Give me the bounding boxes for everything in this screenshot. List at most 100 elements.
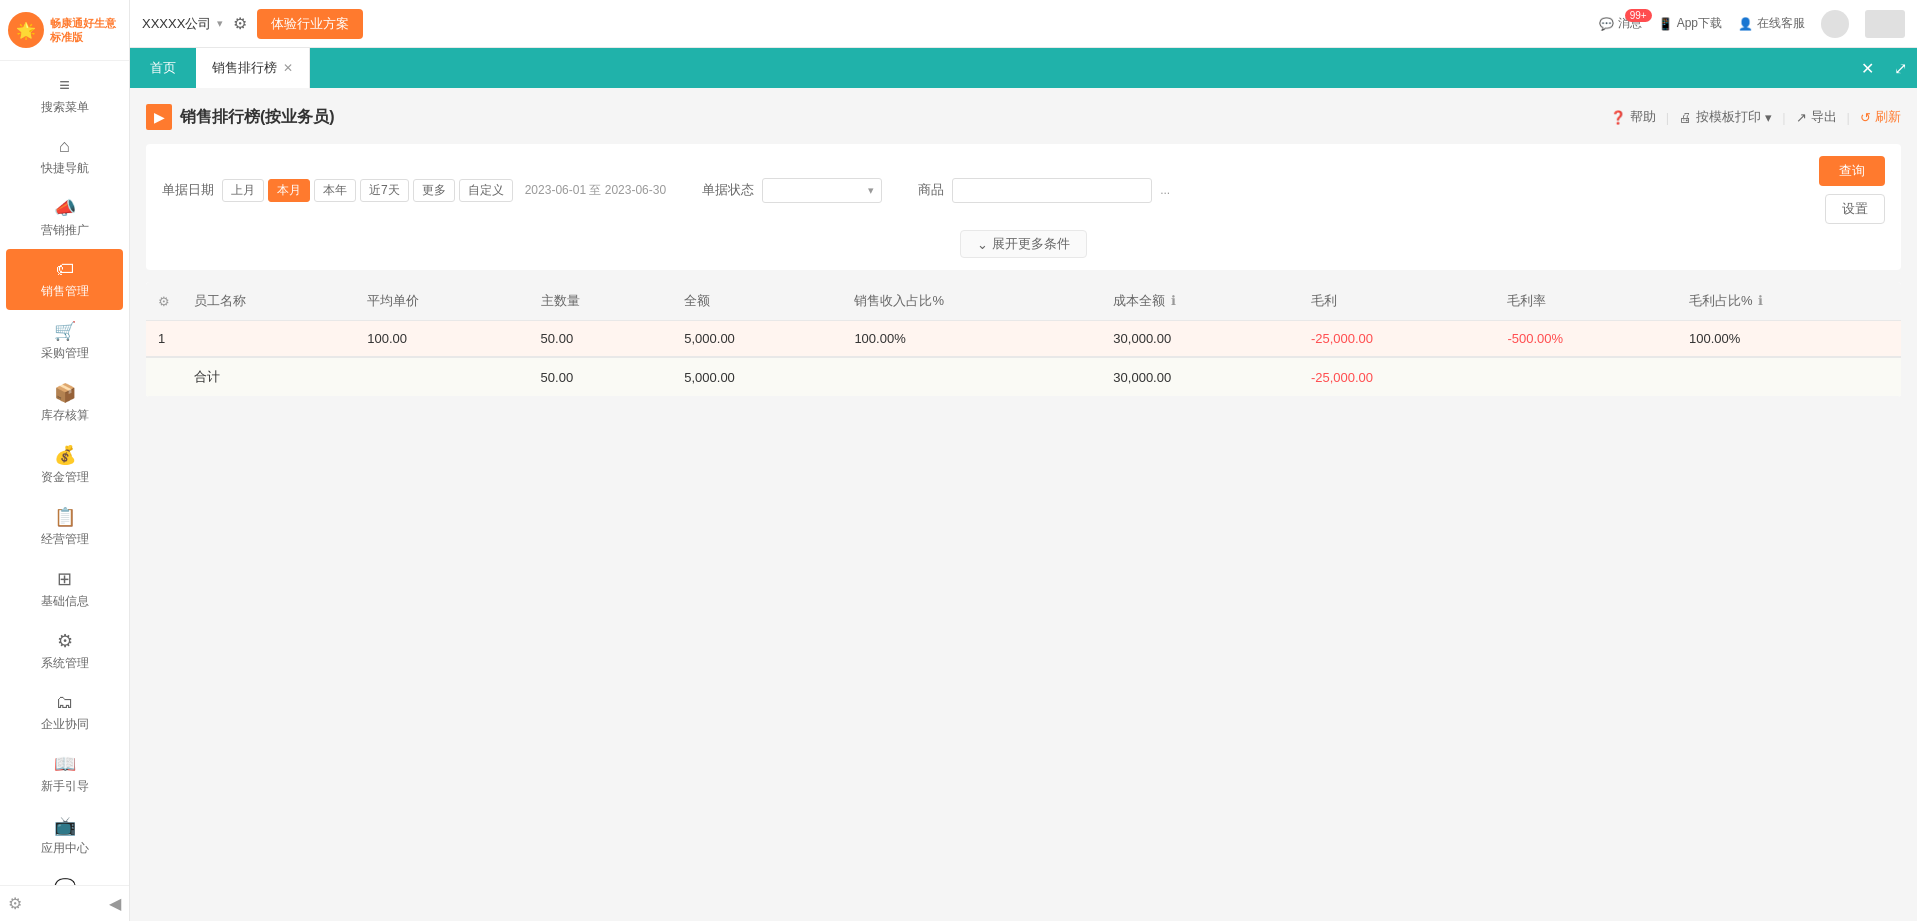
enterprise-collab-icon: 🗂 — [56, 692, 74, 713]
table-header: ⚙ 员工名称 平均单价 主数量 全额 销售收入占比% 成本全额 ℹ 毛利 毛利率 — [146, 282, 1901, 321]
sidebar: 🌟 畅康通好生意 标准版 ≡ 搜索菜单 ⌂ 快捷导航 📣 营销推广 🏷 销售管理… — [0, 0, 130, 921]
sidebar-footer: ⚙ ◀ — [0, 885, 129, 921]
th-gross-pct: 毛利占比% ℹ — [1677, 282, 1901, 321]
tabbar: 首页 销售排行榜 ✕ ✕ ⤢ — [130, 48, 1917, 88]
filter-card: 单据日期 上月 本月 本年 近7天 更多 自定义 2023-06-01 至 20… — [146, 144, 1901, 270]
sidebar-item-basic-info[interactable]: ⊞ 基础信息 — [0, 558, 129, 620]
current-year-btn[interactable]: 本年 — [314, 179, 356, 202]
sidebar-item-purchase[interactable]: 🛒 采购管理 — [0, 310, 129, 372]
message-icon: 💬 — [1599, 17, 1614, 31]
footer-gross-pct — [1677, 357, 1901, 397]
cell-gross-pct: 100.00% — [1677, 321, 1901, 358]
last-month-btn[interactable]: 上月 — [222, 179, 264, 202]
content-area: ▶ 销售排行榜(按业务员) ❓ 帮助 | 🖨 按模板打印 ▾ | ↗ 导出 — [130, 88, 1917, 921]
tab-sales-rank[interactable]: 销售排行榜 ✕ — [196, 48, 310, 88]
sidebar-item-operations[interactable]: 📋 经营管理 — [0, 496, 129, 558]
window-close-icon[interactable]: ✕ — [1851, 59, 1884, 78]
export-btn[interactable]: ↗ 导出 — [1796, 108, 1837, 126]
cost-info-icon[interactable]: ℹ — [1171, 293, 1176, 308]
sidebar-item-guide[interactable]: 📖 新手引导 — [0, 743, 129, 805]
settings-footer-icon[interactable]: ⚙ — [8, 894, 22, 913]
more-date-btn[interactable]: 更多 — [413, 179, 455, 202]
footer-avg-price — [355, 357, 528, 397]
query-button[interactable]: 查询 — [1819, 156, 1885, 186]
collapse-sidebar-icon[interactable]: ◀ — [109, 894, 121, 913]
finance-icon: 💰 — [54, 444, 76, 466]
operations-icon: 📋 — [54, 506, 76, 528]
th-qty: 主数量 — [529, 282, 673, 321]
app-download-btn[interactable]: 📱 App下载 — [1658, 15, 1722, 32]
sidebar-item-app-center[interactable]: 📺 应用中心 — [0, 805, 129, 867]
sidebar-item-search-order[interactable]: ≡ 搜索菜单 — [0, 65, 129, 126]
current-month-btn[interactable]: 本月 — [268, 179, 310, 202]
cell-gross-profit: -25,000.00 — [1299, 321, 1496, 358]
goods-more-btn[interactable]: ... — [1160, 183, 1170, 197]
template-print-btn[interactable]: 🖨 按模板打印 ▾ — [1679, 108, 1772, 126]
page-title: 销售排行榜(按业务员) — [180, 107, 335, 128]
footer-label — [146, 357, 182, 397]
company-dropdown-icon: ▾ — [217, 17, 223, 30]
main-area: XXXXX公司 ▾ ⚙ 体验行业方案 💬 消息 99+ 📱 App下载 👤 在线… — [130, 0, 1917, 921]
help-icon: ❓ — [1610, 110, 1626, 125]
column-settings-icon[interactable]: ⚙ — [158, 294, 170, 309]
purchase-icon: 🛒 — [54, 320, 76, 342]
marketing-icon: 📣 — [54, 197, 76, 219]
message-btn[interactable]: 💬 消息 99+ — [1599, 15, 1642, 32]
print-icon: 🖨 — [1679, 110, 1692, 125]
goods-input[interactable] — [952, 178, 1152, 203]
logo-icon: 🌟 — [8, 12, 44, 48]
th-gross-rate: 毛利率 — [1495, 282, 1677, 321]
settings-gear-icon[interactable]: ⚙ — [233, 14, 247, 33]
online-service-btn[interactable]: 👤 在线客服 — [1738, 15, 1805, 32]
sales-icon: 🏷 — [56, 259, 74, 280]
date-filter-group: 单据日期 上月 本月 本年 近7天 更多 自定义 2023-06-01 至 20… — [162, 179, 666, 202]
window-maximize-icon[interactable]: ⤢ — [1884, 59, 1917, 78]
company-selector[interactable]: XXXXX公司 ▾ — [142, 15, 223, 33]
custom-date-btn[interactable]: 自定义 — [459, 179, 513, 202]
th-total: 全额 — [672, 282, 842, 321]
cell-avg-price: 100.00 — [355, 321, 528, 358]
message-badge: 99+ — [1625, 9, 1652, 22]
refresh-btn[interactable]: ↺ 刷新 — [1860, 108, 1901, 126]
expand-icon: ⌄ — [977, 237, 988, 252]
sidebar-item-inventory[interactable]: 📦 库存核算 — [0, 372, 129, 434]
sidebar-item-enterprise-wechat[interactable]: 💬 企业微信 — [0, 867, 129, 885]
footer-gross-rate — [1495, 357, 1677, 397]
tab-close-icon[interactable]: ✕ — [283, 61, 293, 75]
help-btn[interactable]: ❓ 帮助 — [1610, 108, 1656, 126]
data-table-card: ⚙ 员工名称 平均单价 主数量 全额 销售收入占比% 成本全额 ℹ 毛利 毛利率 — [146, 282, 1901, 397]
trial-button[interactable]: 体验行业方案 — [257, 9, 363, 39]
sidebar-item-marketing[interactable]: 📣 营销推广 — [0, 187, 129, 249]
header-row: ⚙ 员工名称 平均单价 主数量 全额 销售收入占比% 成本全额 ℹ 毛利 毛利率 — [146, 282, 1901, 321]
back-expand-btn[interactable]: ▶ — [146, 104, 172, 130]
last-7days-btn[interactable]: 近7天 — [360, 179, 409, 202]
sidebar-item-enterprise-collab[interactable]: 🗂 企业协同 — [0, 682, 129, 743]
guide-icon: 📖 — [54, 753, 76, 775]
service-icon: 👤 — [1738, 17, 1753, 31]
sidebar-item-quick-nav[interactable]: ⌂ 快捷导航 — [0, 126, 129, 187]
cell-name — [182, 321, 355, 358]
sidebar-item-finance[interactable]: 💰 资金管理 — [0, 434, 129, 496]
sidebar-item-system[interactable]: ⚙ 系统管理 — [0, 620, 129, 682]
th-employee-name: 员工名称 — [182, 282, 355, 321]
date-range-display: 2023-06-01 至 2023-06-30 — [525, 182, 666, 199]
footer-qty: 50.00 — [529, 357, 673, 397]
gross-pct-info-icon[interactable]: ℹ — [1758, 293, 1763, 308]
search-menu-icon: ≡ — [59, 75, 70, 96]
date-filter-btns: 上月 本月 本年 近7天 更多 自定义 — [222, 179, 513, 202]
expand-conditions-btn[interactable]: ⌄ 展开更多条件 — [960, 230, 1087, 258]
tab-home[interactable]: 首页 — [130, 48, 196, 88]
footer-total: 5,000.00 — [672, 357, 842, 397]
user-avatar[interactable] — [1821, 10, 1849, 38]
status-select[interactable] — [762, 178, 882, 203]
data-table: ⚙ 员工名称 平均单价 主数量 全额 销售收入占比% 成本全额 ℹ 毛利 毛利率 — [146, 282, 1901, 397]
topbar: XXXXX公司 ▾ ⚙ 体验行业方案 💬 消息 99+ 📱 App下载 👤 在线… — [130, 0, 1917, 48]
enterprise-wechat-icon: 💬 — [54, 877, 76, 885]
status-filter-group: 单据状态 — [702, 178, 882, 203]
goods-filter-label: 商品 — [918, 181, 944, 199]
footer-gross-profit: -25,000.00 — [1299, 357, 1496, 397]
app-download-icon: 📱 — [1658, 17, 1673, 31]
settings-button[interactable]: 设置 — [1825, 194, 1885, 224]
filter-right-actions: 查询 设置 — [1819, 156, 1885, 224]
sidebar-item-sales[interactable]: 🏷 销售管理 — [6, 249, 123, 310]
